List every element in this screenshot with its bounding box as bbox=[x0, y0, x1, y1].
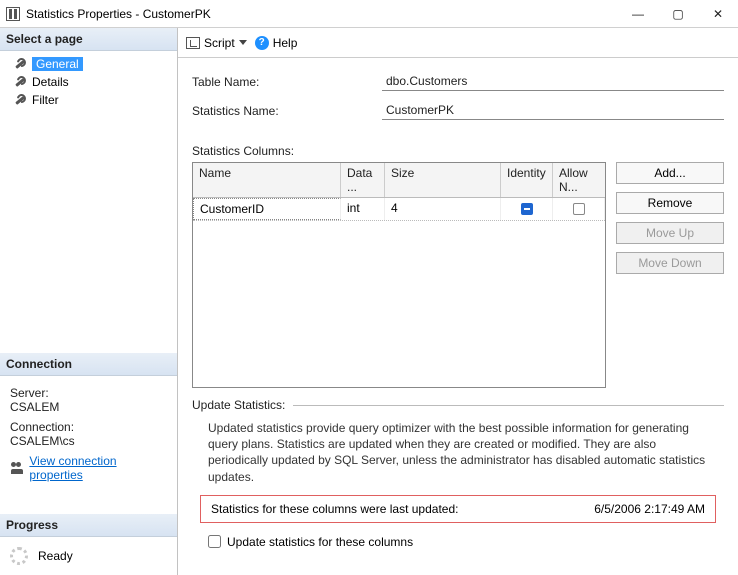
minimize-button[interactable]: — bbox=[618, 0, 658, 28]
grid-header: Name Data ... Size Identity Allow N... bbox=[193, 163, 605, 198]
connection-label: Connection: bbox=[10, 420, 167, 434]
content: Select a page General Details Filter Con… bbox=[0, 28, 738, 575]
wrench-icon bbox=[14, 94, 26, 106]
progress-header: Progress bbox=[0, 514, 177, 537]
progress-status: Ready bbox=[38, 549, 73, 563]
col-header-allownulls[interactable]: Allow N... bbox=[553, 163, 605, 197]
page-list: General Details Filter bbox=[0, 51, 177, 121]
stats-name-input[interactable] bbox=[382, 101, 724, 120]
app-icon bbox=[6, 7, 20, 21]
update-checkbox-label: Update statistics for these columns bbox=[227, 535, 413, 549]
cell-identity bbox=[501, 198, 553, 220]
server-value: CSALEM bbox=[10, 400, 167, 414]
page-label: Details bbox=[32, 75, 69, 89]
stats-name-row: Statistics Name: bbox=[192, 101, 724, 120]
stats-columns-grid[interactable]: Name Data ... Size Identity Allow N... C… bbox=[192, 162, 606, 388]
chevron-down-icon bbox=[239, 40, 247, 45]
allownulls-checkbox bbox=[573, 203, 585, 215]
move-down-button[interactable]: Move Down bbox=[616, 252, 724, 274]
view-connection-row: View connection properties bbox=[10, 454, 167, 482]
move-up-button[interactable]: Move Up bbox=[616, 222, 724, 244]
update-description: Updated statistics provide query optimiz… bbox=[208, 420, 716, 485]
select-page-header: Select a page bbox=[0, 28, 177, 51]
identity-checkbox bbox=[521, 203, 533, 215]
spinner-icon bbox=[10, 547, 28, 565]
page-item-general[interactable]: General bbox=[0, 55, 177, 73]
page-label: General bbox=[32, 57, 83, 71]
grid-row[interactable]: CustomerID int 4 bbox=[193, 198, 605, 221]
server-label: Server: bbox=[10, 386, 167, 400]
progress-body: Ready bbox=[0, 537, 177, 575]
help-label: Help bbox=[273, 36, 298, 50]
update-header: Update Statistics: bbox=[192, 398, 285, 412]
cell-size: 4 bbox=[385, 198, 501, 220]
toolbar: Script ? Help bbox=[178, 28, 738, 58]
add-button[interactable]: Add... bbox=[616, 162, 724, 184]
separator bbox=[293, 405, 724, 406]
col-header-identity[interactable]: Identity bbox=[501, 163, 553, 197]
page-item-filter[interactable]: Filter bbox=[0, 91, 177, 109]
page-label: Filter bbox=[32, 93, 59, 107]
col-header-size[interactable]: Size bbox=[385, 163, 501, 197]
window-title: Statistics Properties - CustomerPK bbox=[26, 7, 618, 21]
right-pane: Script ? Help Table Name: Statistics Nam… bbox=[178, 28, 738, 575]
update-header-row: Update Statistics: bbox=[192, 398, 724, 412]
cell-allownulls bbox=[553, 198, 605, 220]
grid-area: Name Data ... Size Identity Allow N... C… bbox=[178, 162, 738, 388]
script-label: Script bbox=[204, 36, 235, 50]
table-name-input[interactable] bbox=[382, 72, 724, 91]
script-icon bbox=[186, 37, 200, 49]
button-column: Add... Remove Move Up Move Down bbox=[616, 162, 724, 388]
help-button[interactable]: ? Help bbox=[255, 36, 298, 50]
connection-header: Connection bbox=[0, 353, 177, 376]
last-updated-value: 6/5/2006 2:17:49 AM bbox=[594, 502, 705, 516]
connection-body: Server: CSALEM Connection: CSALEM\cs Vie… bbox=[0, 376, 177, 488]
table-name-label: Table Name: bbox=[192, 75, 382, 89]
left-pane: Select a page General Details Filter Con… bbox=[0, 28, 178, 575]
stats-columns-label: Statistics Columns: bbox=[192, 144, 724, 158]
script-button[interactable]: Script bbox=[186, 36, 247, 50]
col-header-datatype[interactable]: Data ... bbox=[341, 163, 385, 197]
close-button[interactable]: ✕ bbox=[698, 0, 738, 28]
last-updated-label: Statistics for these columns were last u… bbox=[211, 502, 594, 516]
wrench-icon bbox=[14, 58, 26, 70]
wrench-icon bbox=[14, 76, 26, 88]
table-name-row: Table Name: bbox=[192, 72, 724, 91]
col-header-name[interactable]: Name bbox=[193, 163, 341, 197]
last-updated-row: Statistics for these columns were last u… bbox=[200, 495, 716, 523]
remove-button[interactable]: Remove bbox=[616, 192, 724, 214]
cell-name: CustomerID bbox=[193, 198, 341, 220]
page-item-details[interactable]: Details bbox=[0, 73, 177, 91]
stats-name-label: Statistics Name: bbox=[192, 104, 382, 118]
view-connection-properties-link[interactable]: View connection properties bbox=[29, 454, 167, 482]
maximize-button[interactable]: ▢ bbox=[658, 0, 698, 28]
update-statistics-section: Update Statistics: Updated statistics pr… bbox=[178, 388, 738, 557]
window-buttons: — ▢ ✕ bbox=[618, 0, 738, 28]
form-area: Table Name: Statistics Name: bbox=[178, 58, 738, 138]
people-icon bbox=[10, 462, 23, 474]
update-stats-checkbox[interactable] bbox=[208, 535, 221, 548]
connection-value: CSALEM\cs bbox=[10, 434, 167, 448]
titlebar: Statistics Properties - CustomerPK — ▢ ✕ bbox=[0, 0, 738, 28]
update-checkbox-row: Update statistics for these columns bbox=[208, 535, 724, 549]
cell-datatype: int bbox=[341, 198, 385, 220]
help-icon: ? bbox=[255, 36, 269, 50]
